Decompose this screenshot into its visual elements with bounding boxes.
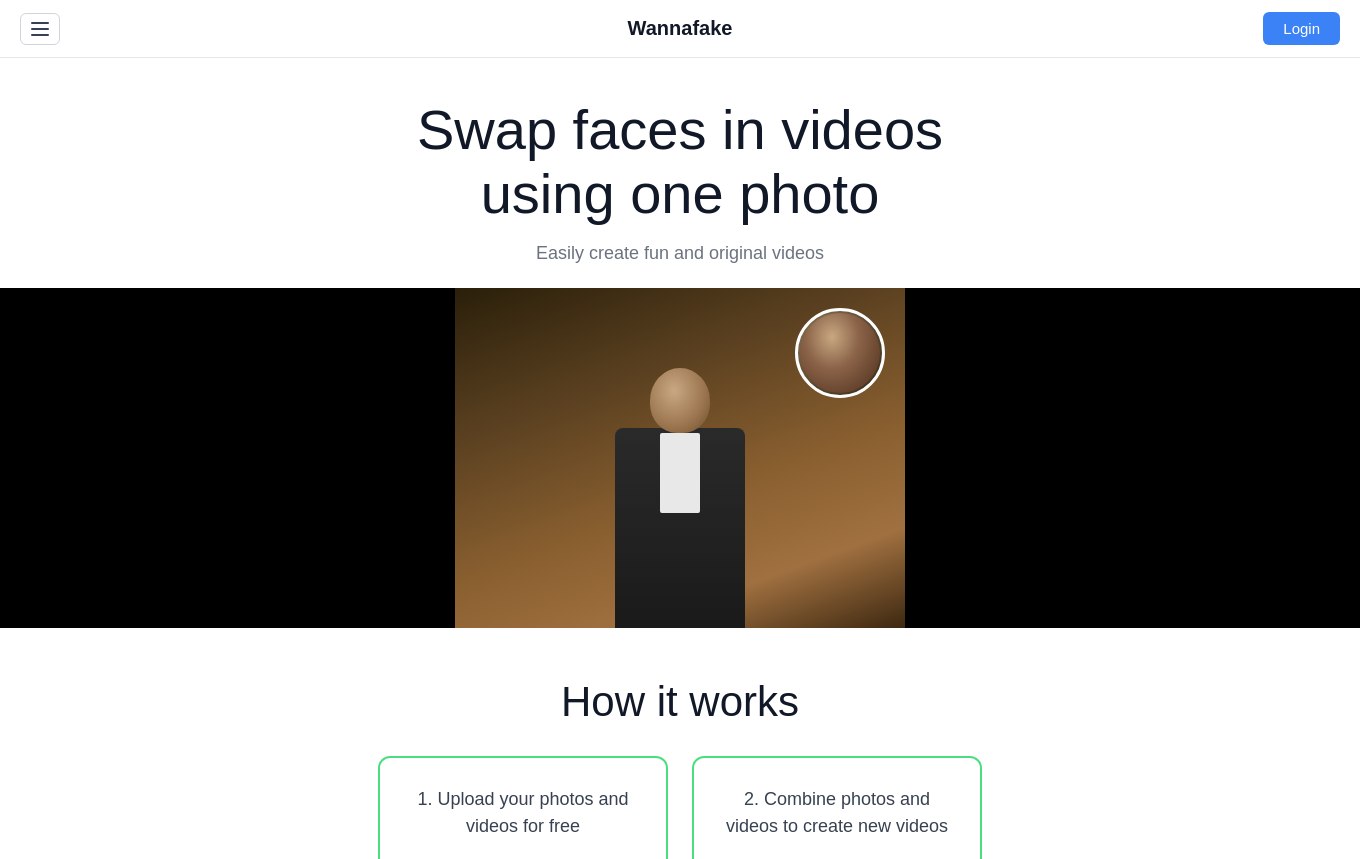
- face-overlay: [795, 308, 885, 398]
- face-inner: [800, 313, 880, 393]
- hero-title-line2: using one photo: [481, 162, 880, 225]
- hero-section: Swap faces in videos using one photo Eas…: [0, 58, 1360, 288]
- hamburger-line-3: [31, 34, 49, 36]
- hamburger-line-1: [31, 22, 49, 24]
- person-shirt: [660, 433, 700, 513]
- hamburger-line-2: [31, 28, 49, 30]
- app-title: Wannafake: [628, 17, 733, 40]
- video-section: [0, 288, 1360, 628]
- how-it-works-title: How it works: [20, 678, 1340, 726]
- person-body: [615, 428, 745, 628]
- menu-button[interactable]: [20, 13, 60, 45]
- person-head: [650, 368, 710, 433]
- how-it-works-section: How it works 1. Upload your photos and v…: [0, 628, 1360, 859]
- navbar: Wannafake Login: [0, 0, 1360, 58]
- card-upload-text: 1. Upload your photos and videos for fre…: [410, 786, 636, 840]
- card-combine: 2. Combine photos and videos to create n…: [692, 756, 982, 859]
- person-figure: [615, 368, 745, 628]
- hero-title-line1: Swap faces in videos: [417, 98, 943, 161]
- video-player[interactable]: [455, 288, 905, 628]
- login-button[interactable]: Login: [1263, 12, 1340, 45]
- cards-container: 1. Upload your photos and videos for fre…: [20, 756, 1340, 859]
- hero-title: Swap faces in videos using one photo: [20, 98, 1340, 227]
- hero-subtitle: Easily create fun and original videos: [20, 243, 1340, 264]
- card-combine-text: 2. Combine photos and videos to create n…: [724, 786, 950, 840]
- card-upload: 1. Upload your photos and videos for fre…: [378, 756, 668, 859]
